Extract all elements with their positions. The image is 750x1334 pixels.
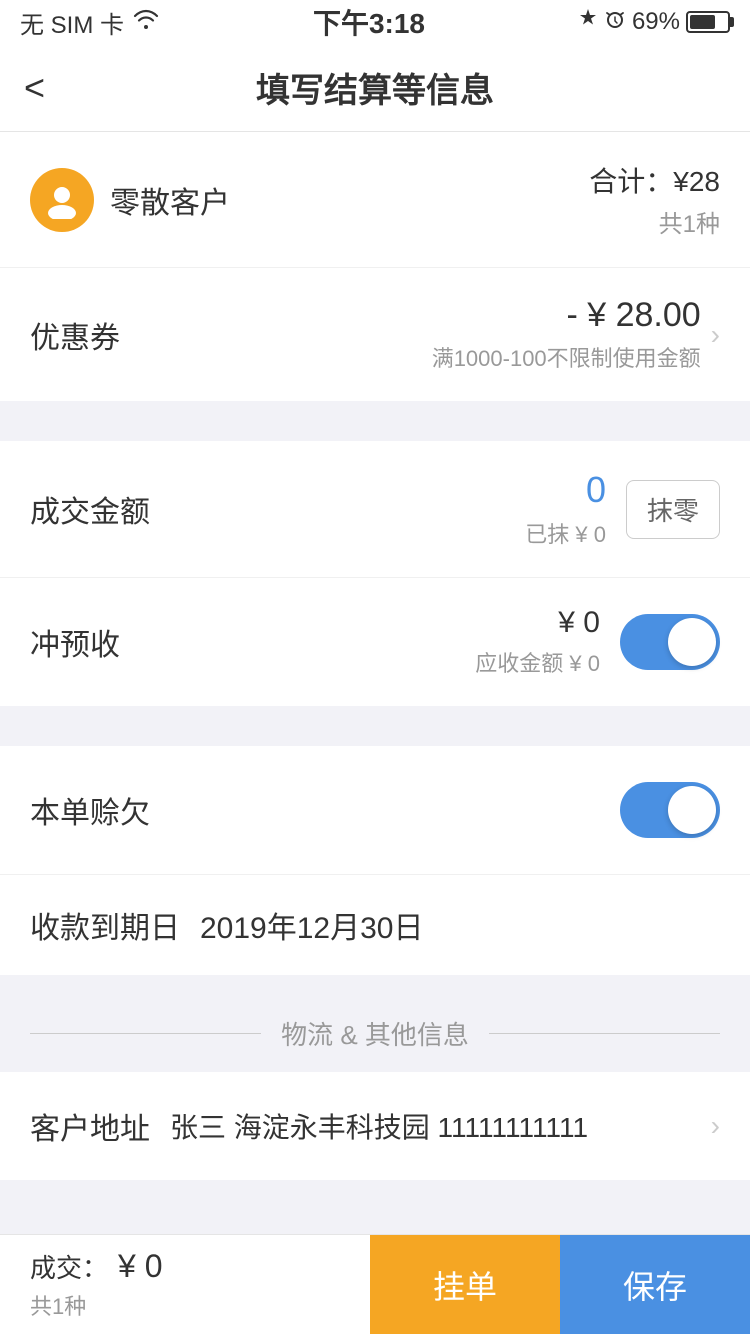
transaction-value: 0 xyxy=(525,469,606,511)
status-bar: 无 SIM 卡 下午3:18 69% xyxy=(0,0,750,44)
bottom-bar: 成交： ¥ 0 共1种 挂单 保存 xyxy=(0,1234,750,1334)
debt-row: 本单赊欠 xyxy=(0,746,750,874)
address-section: 客户地址 张三 海淀永丰科技园 11111111111 › xyxy=(0,1072,750,1180)
coupon-desc: 满1000-100不限制使用金额 xyxy=(432,341,701,373)
battery-icon xyxy=(686,11,730,33)
coupon-row[interactable]: 优惠券 - ¥ 28.00 满1000-100不限制使用金额 › xyxy=(0,267,750,401)
alarm-icon xyxy=(604,8,626,37)
transaction-value-wrap: 0 已抹 ¥ 0 xyxy=(525,469,606,549)
address-row[interactable]: 客户地址 张三 海淀永丰科技园 11111111111 › xyxy=(0,1072,750,1180)
round-button[interactable]: 抹零 xyxy=(626,480,720,539)
coupon-chevron-icon: › xyxy=(711,319,720,351)
save-button[interactable]: 保存 xyxy=(560,1235,750,1334)
wifi-icon xyxy=(132,8,160,36)
debt-toggle-knob xyxy=(668,786,716,834)
back-button[interactable]: < xyxy=(24,67,45,109)
status-right: 69% xyxy=(578,8,730,37)
sim-status: 无 SIM 卡 xyxy=(20,5,124,40)
divider-2 xyxy=(0,726,750,746)
pending-button[interactable]: 挂单 xyxy=(370,1235,560,1334)
transaction-section: 成交金额 0 已抹 ¥ 0 抹零 冲预收 ¥ 0 应收金额 ¥ 0 xyxy=(0,441,750,706)
bottom-count: 共1种 xyxy=(30,1289,340,1321)
customer-info-right: 合计：¥28 共1种 xyxy=(589,160,720,239)
prereceive-amount: ¥ 0 xyxy=(475,606,600,640)
logistics-label: 物流 & 其他信息 xyxy=(261,1015,489,1052)
prereceive-toggle[interactable] xyxy=(620,614,720,670)
prereceive-sub: 应收金额 ¥ 0 xyxy=(475,646,600,678)
debt-toggle[interactable] xyxy=(620,782,720,838)
coupon-right: - ¥ 28.00 满1000-100不限制使用金额 › xyxy=(432,296,720,373)
coupon-amount: - ¥ 28.00 xyxy=(432,296,701,335)
battery-percent: 69% xyxy=(632,8,680,36)
duedate-row[interactable]: 收款到期日 2019年12月30日 xyxy=(0,874,750,975)
logistics-divider: 物流 & 其他信息 xyxy=(0,995,750,1072)
duedate-value: 2019年12月30日 xyxy=(200,903,423,947)
divider-line-right xyxy=(489,1033,720,1034)
coupon-label: 优惠券 xyxy=(30,313,120,357)
prereceive-label: 冲预收 xyxy=(30,620,120,664)
avatar xyxy=(30,168,94,232)
location-icon xyxy=(578,8,598,37)
customer-section: 零散客户 合计：¥28 共1种 优惠券 - ¥ 28.00 满1000-100不… xyxy=(0,132,750,401)
debt-section: 本单赊欠 收款到期日 2019年12月30日 xyxy=(0,746,750,975)
total-count: 共1种 xyxy=(589,204,720,239)
transaction-label: 成交金额 xyxy=(30,487,150,531)
debt-label: 本单赊欠 xyxy=(30,788,150,832)
page-title: 填写结算等信息 xyxy=(256,63,494,112)
status-left: 无 SIM 卡 xyxy=(20,5,160,40)
divider-line-left xyxy=(30,1033,261,1034)
toggle-knob xyxy=(668,618,716,666)
transaction-right: 0 已抹 ¥ 0 抹零 xyxy=(525,469,720,549)
address-label: 客户地址 xyxy=(30,1104,150,1148)
customer-row: 零散客户 合计：¥28 共1种 xyxy=(0,132,750,267)
bottom-info: 成交： ¥ 0 共1种 xyxy=(0,1235,370,1334)
address-value: 张三 海淀永丰科技园 11111111111 xyxy=(170,1106,711,1146)
transaction-row: 成交金额 0 已抹 ¥ 0 抹零 xyxy=(0,441,750,578)
prereceive-right: ¥ 0 应收金额 ¥ 0 xyxy=(475,606,720,678)
total-amount: 合计：¥28 xyxy=(589,160,720,200)
prereceive-row: 冲预收 ¥ 0 应收金额 ¥ 0 xyxy=(0,578,750,706)
customer-info-left: 零散客户 xyxy=(30,168,230,232)
prereceive-values: ¥ 0 应收金额 ¥ 0 xyxy=(475,606,600,678)
coupon-value-wrap: - ¥ 28.00 满1000-100不限制使用金额 xyxy=(432,296,701,373)
transaction-sub: 已抹 ¥ 0 xyxy=(525,517,606,549)
bottom-amount-row: 成交： ¥ 0 xyxy=(30,1248,340,1285)
divider-1 xyxy=(0,421,750,441)
duedate-label: 收款到期日 xyxy=(30,903,180,947)
bottom-trans-label: 成交： xyxy=(30,1248,108,1285)
bottom-trans-amount: ¥ 0 xyxy=(118,1248,162,1285)
address-chevron-icon: › xyxy=(711,1110,720,1142)
status-time: 下午3:18 xyxy=(313,2,425,42)
nav-bar: < 填写结算等信息 xyxy=(0,44,750,132)
customer-name: 零散客户 xyxy=(110,178,230,222)
